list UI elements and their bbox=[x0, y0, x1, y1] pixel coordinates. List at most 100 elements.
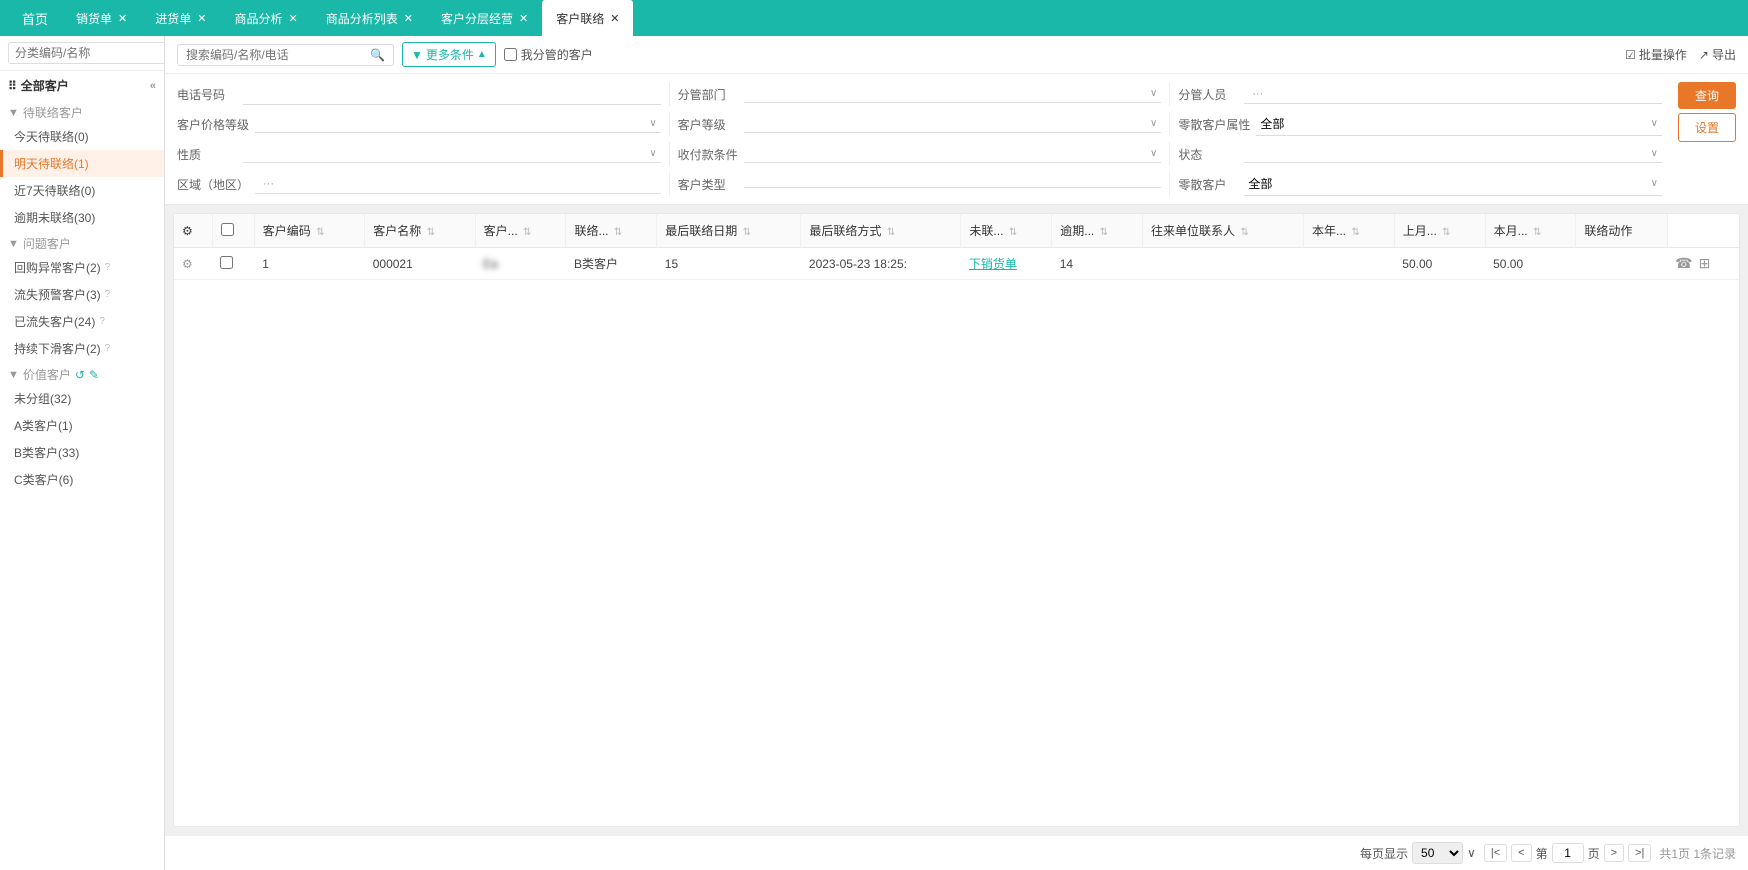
filter-status-select[interactable]: ∨ bbox=[1244, 145, 1662, 163]
sidebar-item-class-c[interactable]: C类客户(6) bbox=[0, 466, 164, 493]
row-index: 1 bbox=[254, 248, 364, 280]
sidebar-item-tomorrow-contact[interactable]: 明天待联络(1) bbox=[0, 150, 164, 177]
filter-person-label: 分管人员 bbox=[1178, 86, 1238, 103]
filter-price-label: 客户价格等级 bbox=[177, 116, 249, 133]
toolbar-right: ☑ 批量操作 ↗ 导出 bbox=[1625, 46, 1736, 63]
filter-customer-type-label: 客户类型 bbox=[678, 176, 738, 193]
sidebar-item-churned[interactable]: 已流失客户(24) ? bbox=[0, 308, 164, 335]
row-checkbox[interactable] bbox=[220, 256, 233, 269]
close-icon[interactable]: ✕ bbox=[519, 12, 528, 25]
divider bbox=[1169, 172, 1170, 196]
sidebar-search-input[interactable] bbox=[8, 42, 165, 64]
close-icon[interactable]: ✕ bbox=[289, 12, 298, 25]
close-icon[interactable]: ✕ bbox=[118, 12, 127, 25]
batch-operation-button[interactable]: ☑ 批量操作 bbox=[1625, 46, 1687, 63]
query-button[interactable]: 查询 bbox=[1678, 82, 1736, 109]
chevron-down-icon: ∨ bbox=[1150, 118, 1157, 129]
gear-icon[interactable]: ⚙ bbox=[182, 224, 193, 238]
more-icon[interactable]: ··· bbox=[263, 178, 274, 190]
search-icon[interactable]: 🔍 bbox=[370, 48, 385, 62]
row-uncontacted: 14 bbox=[1052, 248, 1143, 280]
filter-phone-input[interactable] bbox=[243, 84, 661, 105]
page-number-input[interactable] bbox=[1552, 843, 1584, 863]
nav-home[interactable]: 首页 bbox=[8, 0, 62, 36]
filter-payment-select[interactable]: ∨ bbox=[744, 145, 1162, 163]
col-last-contact-method: 最后联络方式 ⇅ bbox=[801, 214, 961, 248]
filter-dept-select[interactable]: ∨ bbox=[744, 85, 1162, 103]
filter-customer-type-select[interactable] bbox=[744, 181, 1162, 188]
sidebar-item-class-a[interactable]: A类客户(1) bbox=[0, 412, 164, 439]
sort-icon: ⇅ bbox=[1351, 227, 1359, 238]
filter-region: 区域（地区） ··· bbox=[177, 175, 661, 194]
edit-icon[interactable]: ✎ bbox=[89, 368, 99, 382]
row-gear-icon[interactable]: ⚙ bbox=[182, 257, 193, 271]
sidebar-item-7days-contact[interactable]: 近7天待联络(0) bbox=[0, 177, 164, 204]
nav-customer-segmentation[interactable]: 客户分层经营 ✕ bbox=[427, 0, 542, 36]
filter-dept-label: 分管部门 bbox=[678, 86, 738, 103]
sidebar-item-declining[interactable]: 持续下滑客户(2) ? bbox=[0, 335, 164, 362]
refresh-icon[interactable]: ↺ bbox=[75, 368, 85, 382]
filter-region-select[interactable]: ··· bbox=[255, 175, 661, 194]
page-size-area: 每页显示 50 100 200 ∨ bbox=[1360, 842, 1476, 864]
filter-payment-label: 收付款条件 bbox=[678, 146, 738, 163]
settings-button[interactable]: 设置 bbox=[1678, 113, 1736, 142]
close-icon[interactable]: ✕ bbox=[197, 12, 206, 25]
total-records: 共1页 1条记录 bbox=[1659, 845, 1736, 862]
select-all-checkbox[interactable] bbox=[221, 223, 234, 236]
sidebar-item-class-b[interactable]: B类客户(33) bbox=[0, 439, 164, 466]
sort-icon: ⇅ bbox=[887, 227, 895, 238]
sidebar-search-area: 🔍 bbox=[0, 36, 164, 71]
filter-row-1: 电话号码 分管部门 ∨ 分管人员 bbox=[177, 82, 1662, 106]
contact-action-icon[interactable]: ☎ bbox=[1675, 255, 1692, 272]
sort-icon: ⇅ bbox=[743, 227, 751, 238]
search-input[interactable] bbox=[186, 48, 366, 62]
divider bbox=[669, 172, 670, 196]
nav-sales-order[interactable]: 销货单 ✕ bbox=[62, 0, 141, 36]
prev-page-button[interactable]: < bbox=[1511, 844, 1531, 862]
sidebar-item-overdue-contact[interactable]: 逾期未联络(30) bbox=[0, 204, 164, 231]
filter-phone: 电话号码 bbox=[177, 84, 661, 105]
sidebar-group-problem: ▼ 问题客户 bbox=[0, 231, 164, 254]
pagination-nav: |< < 第 页 > >| bbox=[1484, 843, 1651, 863]
page-size-select[interactable]: 50 100 200 bbox=[1412, 842, 1463, 864]
sort-icon: ⇅ bbox=[1240, 227, 1248, 238]
row-this-year: 50.00 bbox=[1394, 248, 1485, 280]
filter-dept: 分管部门 ∨ bbox=[678, 85, 1162, 103]
sidebar-item-today-contact[interactable]: 今天待联络(0) bbox=[0, 123, 164, 150]
divider bbox=[1169, 112, 1170, 136]
next-page-button[interactable]: > bbox=[1604, 844, 1624, 862]
checkbox-icon: ☑ bbox=[1625, 48, 1636, 62]
more-filter-button[interactable]: ▼ 更多条件 ▲ bbox=[402, 42, 496, 67]
export-button[interactable]: ↗ 导出 bbox=[1699, 46, 1736, 63]
filter-retail-attr: 零散客户属性 全部 ∨ bbox=[1178, 112, 1662, 136]
close-icon[interactable]: ✕ bbox=[610, 12, 619, 25]
filter-person-select[interactable]: ··· bbox=[1244, 85, 1662, 104]
my-customers-checkbox[interactable] bbox=[504, 48, 517, 61]
last-page-button[interactable]: >| bbox=[1628, 844, 1651, 862]
table-footer: 每页显示 50 100 200 ∨ |< < 第 页 > >| 共1页 1条记录 bbox=[165, 835, 1748, 870]
col-last-month: 上月... ⇅ bbox=[1394, 214, 1485, 248]
nav-customer-contact[interactable]: 客户联络 ✕ bbox=[542, 0, 633, 36]
first-page-button[interactable]: |< bbox=[1484, 844, 1507, 862]
col-this-year: 本年... ⇅ bbox=[1303, 214, 1394, 248]
nav-purchase-order[interactable]: 进货单 ✕ bbox=[141, 0, 220, 36]
filter-retail-attr-select[interactable]: 全部 ∨ bbox=[1256, 112, 1662, 136]
filter-phone-label: 电话号码 bbox=[177, 86, 237, 103]
nav-product-analysis[interactable]: 商品分析 ✕ bbox=[220, 0, 311, 36]
filter-nature-select[interactable]: ∨ bbox=[243, 145, 661, 163]
filter-customer-level-select[interactable]: ∨ bbox=[744, 115, 1162, 133]
filter-status-label: 状态 bbox=[1178, 146, 1238, 163]
close-icon[interactable]: ✕ bbox=[404, 12, 413, 25]
top-navigation: 首页 销货单 ✕ 进货单 ✕ 商品分析 ✕ 商品分析列表 ✕ 客户分层经营 ✕ … bbox=[0, 0, 1748, 36]
nav-product-analysis-list[interactable]: 商品分析列表 ✕ bbox=[312, 0, 427, 36]
more-icon[interactable]: ··· bbox=[1252, 88, 1263, 100]
filter-price-select[interactable]: ∨ bbox=[255, 115, 661, 133]
sidebar-all-customers[interactable]: ⠿ 全部客户 « bbox=[0, 71, 164, 100]
sidebar-item-repurchase-abnormal[interactable]: 回购异常客户(2) ? bbox=[0, 254, 164, 281]
sidebar-item-churn-warning[interactable]: 流失预警客户(3) ? bbox=[0, 281, 164, 308]
more-action-icon[interactable]: ⊞ bbox=[1699, 255, 1711, 272]
sidebar-item-ungrouped[interactable]: 未分组(32) bbox=[0, 385, 164, 412]
my-customers-checkbox-area: 我分管的客户 bbox=[504, 46, 593, 63]
row-name: Ea bbox=[475, 248, 566, 280]
filter-retail-select[interactable]: 全部 ∨ bbox=[1244, 172, 1662, 196]
